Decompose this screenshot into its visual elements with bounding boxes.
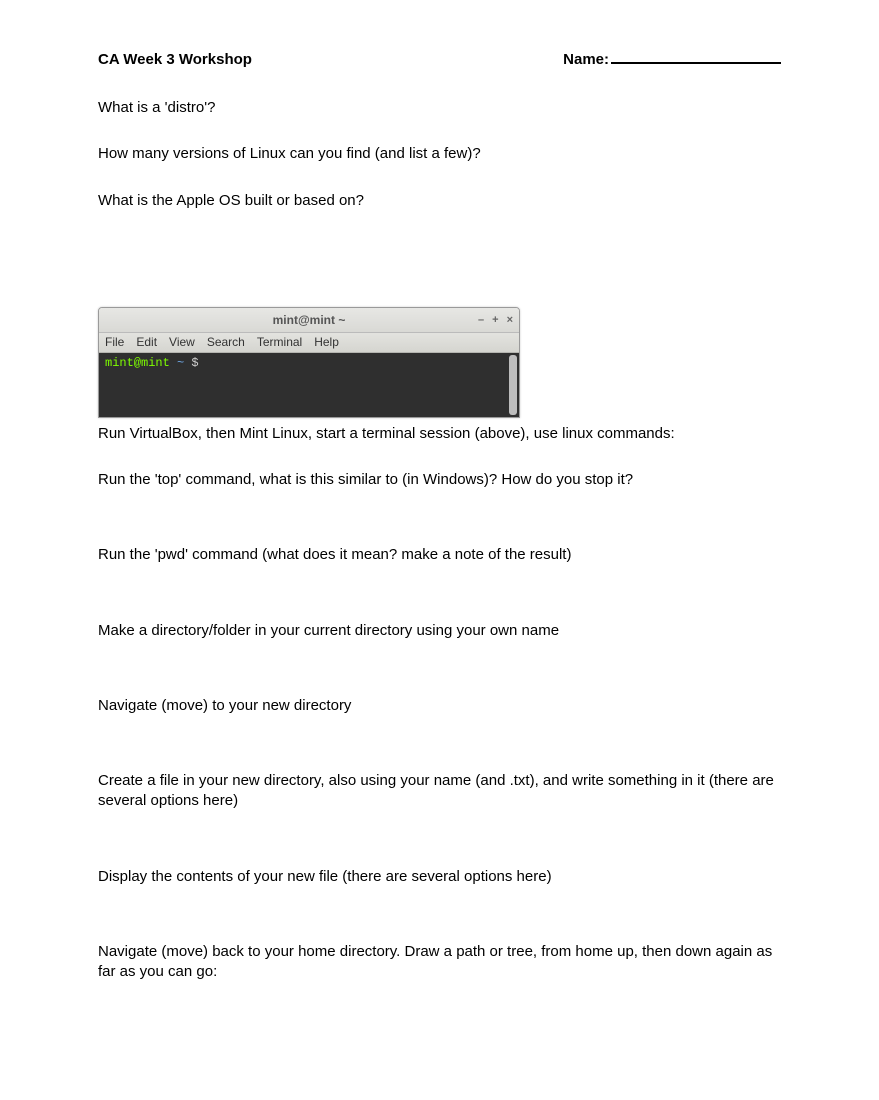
minimize-icon[interactable]: – xyxy=(478,314,484,326)
question-7: Make a directory/folder in your current … xyxy=(98,621,781,641)
question-2: How many versions of Linux can you find … xyxy=(98,144,781,164)
menu-edit[interactable]: Edit xyxy=(136,335,157,349)
name-blank-line[interactable] xyxy=(611,50,781,64)
question-1: What is a 'distro'? xyxy=(98,98,781,118)
menu-terminal[interactable]: Terminal xyxy=(257,335,302,349)
worksheet-page: CA Week 3 Workshop Name: What is a 'dist… xyxy=(0,0,879,1100)
question-4: Run VirtualBox, then Mint Linux, start a… xyxy=(98,424,781,444)
menu-search[interactable]: Search xyxy=(207,335,245,349)
header-row: CA Week 3 Workshop Name: xyxy=(98,50,781,68)
prompt-user: mint@mint xyxy=(105,356,170,370)
question-8: Navigate (move) to your new directory xyxy=(98,696,781,716)
maximize-icon[interactable]: + xyxy=(492,314,498,326)
terminal-title: mint@mint ~ xyxy=(273,313,346,327)
question-3: What is the Apple OS built or based on? xyxy=(98,191,781,211)
terminal-menubar: File Edit View Search Terminal Help xyxy=(99,333,519,353)
terminal-titlebar: mint@mint ~ – + × xyxy=(99,308,519,333)
question-5: Run the 'top' command, what is this simi… xyxy=(98,470,781,490)
page-title: CA Week 3 Workshop xyxy=(98,51,252,68)
menu-help[interactable]: Help xyxy=(314,335,339,349)
terminal-window: mint@mint ~ – + × File Edit View Search … xyxy=(98,307,520,418)
scrollbar[interactable] xyxy=(509,355,517,415)
question-6: Run the 'pwd' command (what does it mean… xyxy=(98,545,781,565)
prompt-dollar: $ xyxy=(191,356,198,370)
menu-file[interactable]: File xyxy=(105,335,124,349)
close-icon[interactable]: × xyxy=(507,314,513,326)
terminal-body[interactable]: mint@mint ~ $ xyxy=(99,353,519,417)
question-10: Display the contents of your new file (t… xyxy=(98,867,781,887)
name-label: Name: xyxy=(563,51,609,68)
prompt-path: ~ xyxy=(170,356,192,370)
spacer xyxy=(98,237,781,307)
menu-view[interactable]: View xyxy=(169,335,195,349)
question-9: Create a file in your new directory, als… xyxy=(98,771,781,812)
question-11: Navigate (move) back to your home direct… xyxy=(98,942,781,983)
window-controls: – + × xyxy=(478,308,513,332)
name-field: Name: xyxy=(563,50,781,68)
